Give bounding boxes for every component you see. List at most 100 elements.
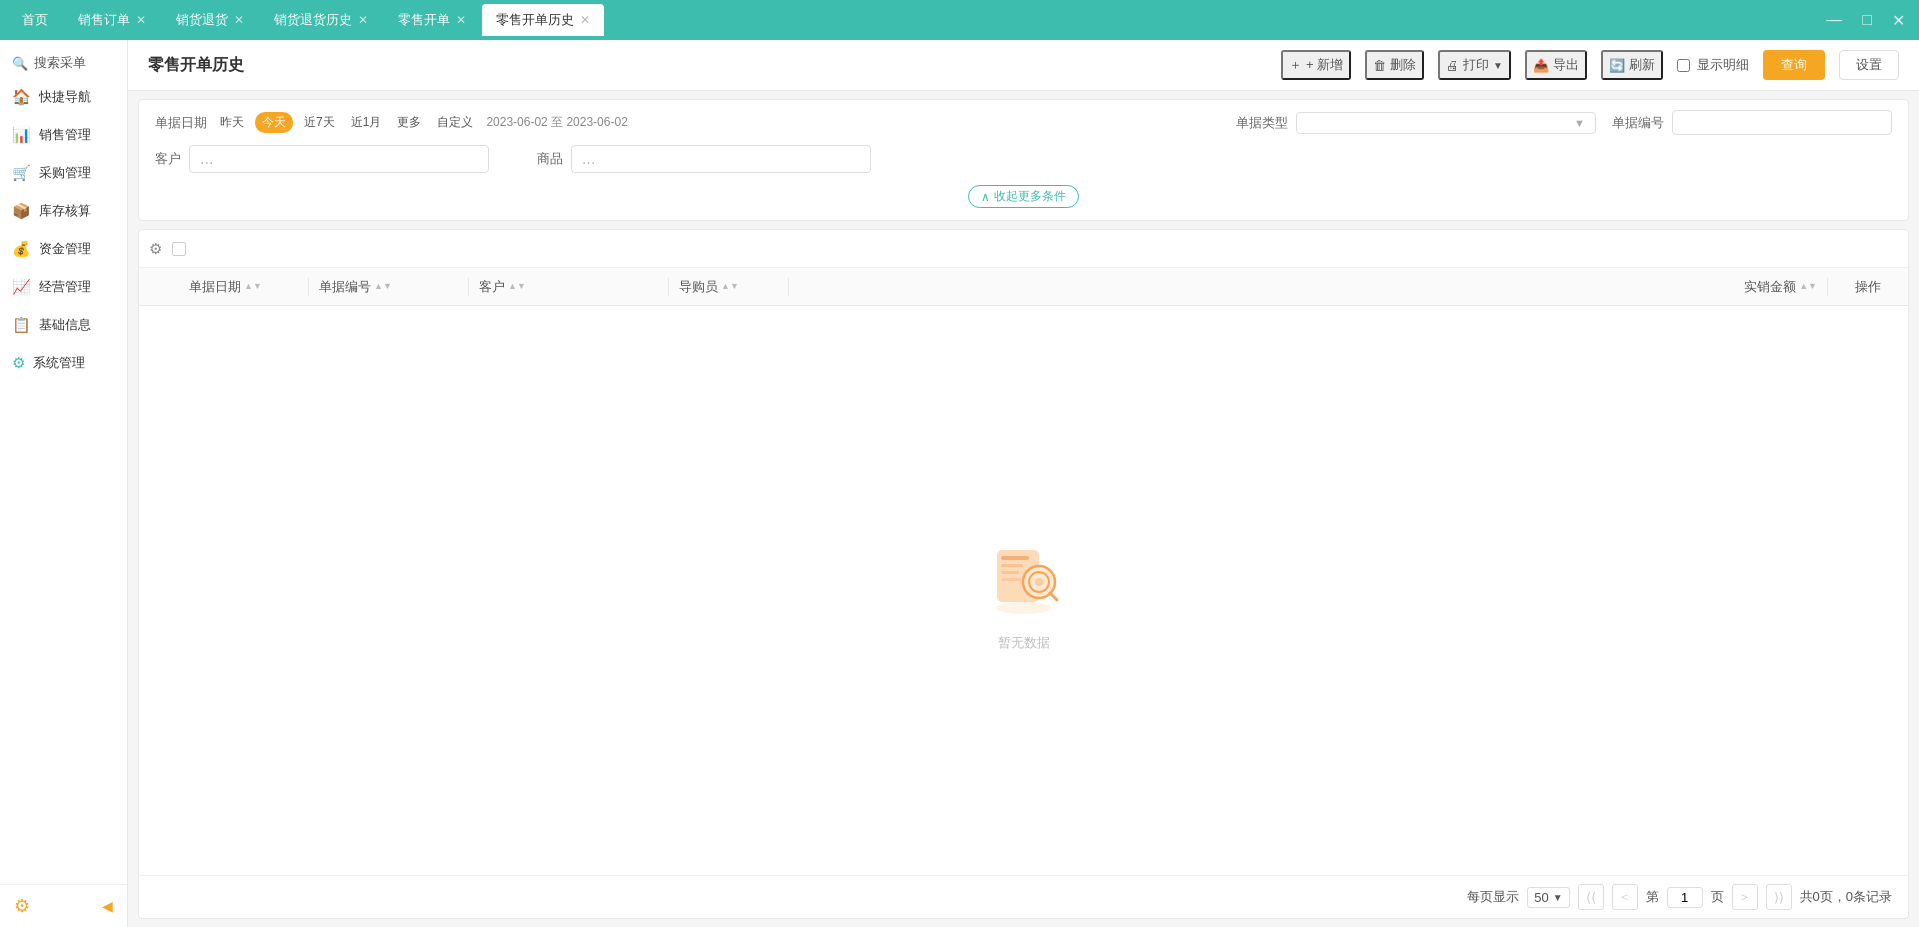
date-today[interactable]: 今天 [255, 112, 293, 133]
empty-state: 暂无数据 [139, 306, 1908, 875]
tab-close-sales-return-history[interactable]: ✕ [358, 13, 368, 27]
empty-illustration [979, 530, 1069, 620]
svg-rect-5 [1001, 578, 1021, 581]
th-guide[interactable]: 导购员 ▲▼ [669, 278, 789, 296]
sidebar: 🔍 搜索采单 🏠 快捷导航 📊 销售管理 🛒 采购管理 📦 库存核算 💰 资金管… [0, 40, 128, 927]
basic-info-icon: 📋 [12, 316, 31, 334]
tab-close-sales-return[interactable]: ✕ [234, 13, 244, 27]
pagination-total: 共0页，0条记录 [1800, 888, 1892, 906]
tab-close-sales-order[interactable]: ✕ [136, 13, 146, 27]
tab-retail-open[interactable]: 零售开单 ✕ [384, 4, 480, 36]
sort-icon-num: ▲▼ [374, 282, 392, 291]
query-button[interactable]: 查询 [1763, 50, 1825, 80]
sidebar-item-quick-nav[interactable]: 🏠 快捷导航 [0, 78, 127, 116]
refresh-button[interactable]: 🔄 刷新 [1601, 50, 1663, 80]
date-yesterday[interactable]: 昨天 [215, 112, 249, 133]
tab-home[interactable]: 首页 [8, 4, 62, 36]
client-label: 客户 [155, 150, 181, 168]
delete-icon: 🗑 [1373, 58, 1386, 73]
svg-rect-2 [1001, 556, 1029, 560]
client-select[interactable]: ... [189, 145, 489, 173]
chevron-up-icon: ∧ [981, 190, 990, 204]
date-last7[interactable]: 近7天 [299, 112, 340, 133]
minimize-btn[interactable]: — [1820, 9, 1848, 32]
delete-button[interactable]: 🗑 删除 [1365, 50, 1424, 80]
th-amount[interactable]: 实销金额 ▲▼ [1708, 278, 1828, 296]
empty-text: 暂无数据 [998, 634, 1050, 652]
page-label: 页 [1711, 888, 1724, 906]
th-num[interactable]: 单据编号 ▲▼ [309, 278, 469, 296]
collapse-sidebar-btn[interactable]: ◀ [102, 898, 113, 914]
system-icon: ⚙ [12, 354, 25, 372]
chevron-down-icon: ▼ [1574, 117, 1585, 129]
settings-icon[interactable]: ⚙ [14, 895, 30, 917]
sidebar-bottom: ⚙ ◀ [0, 884, 127, 927]
close-btn[interactable]: ✕ [1886, 9, 1911, 32]
sidebar-item-sales-mgmt[interactable]: 📊 销售管理 [0, 116, 127, 154]
print-button[interactable]: 🖨 打印 ▼ [1438, 50, 1511, 80]
filter-area: 单据日期 昨天 今天 近7天 近1月 更多 自定义 2023-06-02 至 2… [138, 99, 1909, 221]
sort-icon-date: ▲▼ [244, 282, 262, 291]
svg-line-8 [1050, 593, 1057, 600]
page-title: 零售开单历史 [148, 55, 244, 76]
inventory-icon: 📦 [12, 202, 31, 220]
page-num-input[interactable] [1667, 887, 1703, 908]
select-all-checkbox[interactable] [172, 242, 186, 256]
goods-filter-group: 商品 ... [537, 145, 871, 173]
sidebar-item-inventory[interactable]: 📦 库存核算 [0, 192, 127, 230]
collapse-btn[interactable]: ∧ 收起更多条件 [968, 185, 1079, 208]
display-detail-input[interactable] [1677, 59, 1690, 72]
goods-label: 商品 [537, 150, 563, 168]
operations-icon: 📈 [12, 278, 31, 296]
date-shortcuts: 昨天 今天 近7天 近1月 更多 自定义 [215, 112, 478, 133]
tab-close-retail-open[interactable]: ✕ [456, 13, 466, 27]
date-last1m[interactable]: 近1月 [346, 112, 387, 133]
date-range-text: 2023-06-02 至 2023-06-02 [486, 114, 627, 131]
content-area: 零售开单历史 ＋ + 新增 🗑 删除 🖨 打印 ▼ 📤 导出 [128, 40, 1919, 927]
doc-type-label: 单据类型 [1236, 114, 1288, 132]
page-next-btn[interactable]: ＞ [1732, 884, 1758, 910]
sidebar-item-operations[interactable]: 📈 经营管理 [0, 268, 127, 306]
sidebar-item-purchase-mgmt[interactable]: 🛒 采购管理 [0, 154, 127, 192]
tab-close-retail-open-history[interactable]: ✕ [580, 13, 590, 27]
export-button[interactable]: 📤 导出 [1525, 50, 1587, 80]
client-filter-group: 客户 ... [155, 145, 489, 173]
tab-retail-open-history[interactable]: 零售开单历史 ✕ [482, 4, 604, 36]
page-last-btn[interactable]: ⟩⟩ [1766, 884, 1792, 910]
tab-sales-order[interactable]: 销售订单 ✕ [64, 4, 160, 36]
date-more[interactable]: 更多 [392, 112, 426, 133]
sidebar-search[interactable]: 🔍 搜索采单 [0, 48, 127, 78]
collapse-row: ∧ 收起更多条件 [155, 183, 1892, 214]
page-first-btn[interactable]: ⟨⟨ [1578, 884, 1604, 910]
settings-button[interactable]: 设置 [1839, 50, 1899, 80]
th-client[interactable]: 客户 ▲▼ [469, 278, 669, 296]
tab-sales-return[interactable]: 销货退货 ✕ [162, 4, 258, 36]
filter-row-1: 单据日期 昨天 今天 近7天 近1月 更多 自定义 2023-06-02 至 2… [155, 110, 1892, 135]
svg-point-9 [1035, 578, 1043, 586]
th-date[interactable]: 单据日期 ▲▼ [179, 278, 309, 296]
goods-select[interactable]: ... [571, 145, 871, 173]
date-custom[interactable]: 自定义 [432, 112, 478, 133]
search-icon: 🔍 [12, 56, 28, 71]
sort-icon-amount: ▲▼ [1799, 282, 1817, 291]
page-prev-btn[interactable]: ＜ [1612, 884, 1638, 910]
svg-point-0 [996, 602, 1052, 614]
sidebar-item-system[interactable]: ⚙ 系统管理 [0, 344, 127, 382]
tab-sales-return-history[interactable]: 销货退货历史 ✕ [260, 4, 382, 36]
pagination-bar: 每页显示 50 ▼ ⟨⟨ ＜ 第 页 ＞ ⟩⟩ 共0页，0条记录 [139, 875, 1908, 918]
sidebar-item-finance[interactable]: 💰 资金管理 [0, 230, 127, 268]
doc-num-input[interactable] [1672, 110, 1892, 135]
th-action: 操作 [1828, 278, 1908, 296]
print-dropdown-icon: ▼ [1493, 60, 1503, 71]
display-detail-checkbox[interactable]: 显示明细 [1677, 56, 1749, 74]
restore-btn[interactable]: □ [1856, 9, 1878, 32]
home-icon: 🏠 [12, 88, 31, 106]
sales-icon: 📊 [12, 126, 31, 144]
sidebar-item-basic-info[interactable]: 📋 基础信息 [0, 306, 127, 344]
doc-type-select[interactable]: ▼ [1296, 112, 1596, 134]
add-button[interactable]: ＋ + 新增 [1281, 50, 1351, 80]
date-filter-group: 单据日期 昨天 今天 近7天 近1月 更多 自定义 2023-06-02 至 2… [155, 112, 628, 133]
add-icon: ＋ [1289, 56, 1302, 74]
page-size-select[interactable]: 50 ▼ [1527, 887, 1569, 908]
table-settings-icon[interactable]: ⚙ [149, 240, 162, 258]
